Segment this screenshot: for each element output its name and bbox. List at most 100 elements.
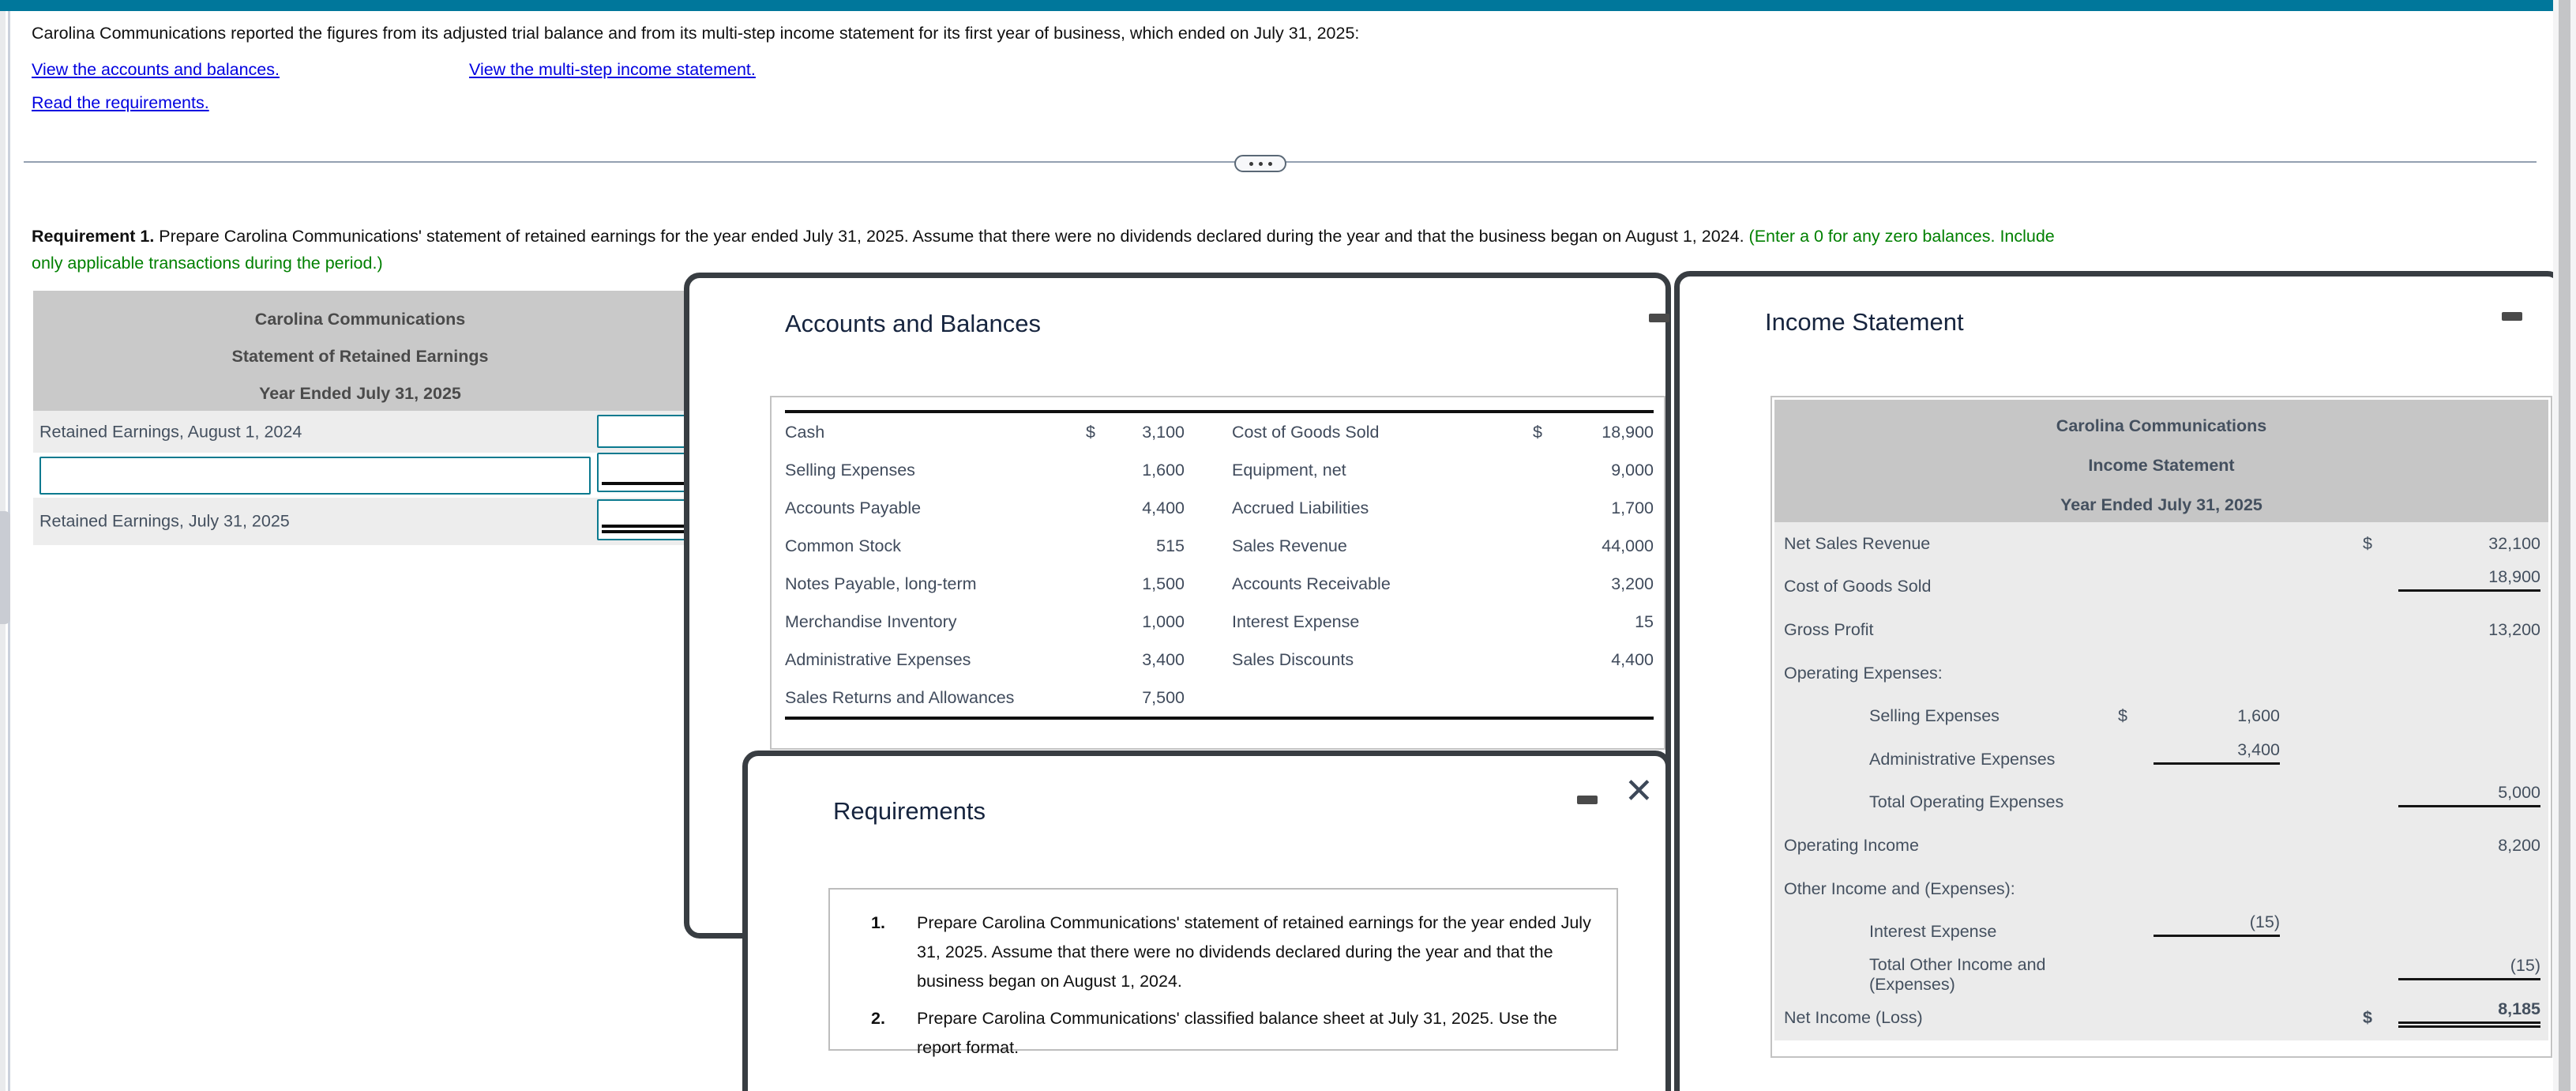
line-item-label: Selling Expenses <box>1869 706 2000 726</box>
vertical-scrollbar-track[interactable] <box>2553 0 2576 1091</box>
currency-symbol: $ <box>1533 422 1542 442</box>
table-row: Administrative Expenses 3,400 <box>1774 738 2548 781</box>
line-item-label: Gross Profit <box>1784 619 1874 639</box>
table-row: Retained Earnings, August 1, 2024 <box>33 411 687 453</box>
account-name: Administrative Expenses <box>785 649 971 669</box>
requirements-dialog-title: Requirements <box>833 797 986 825</box>
table-row: Sales Returns and Allowances 7,500 <box>785 679 1654 717</box>
table-row: Selling Expenses 1,600 Equipment, net 9,… <box>785 451 1654 489</box>
minimize-icon[interactable] <box>2502 312 2522 321</box>
vertical-scrollbar-thumb[interactable] <box>2559 0 2570 1091</box>
account-name: Accrued Liabilities <box>1232 498 1369 517</box>
minimize-icon[interactable] <box>1577 796 1598 804</box>
currency-symbol: $ <box>2363 1008 2372 1028</box>
account-amount: 44,000 <box>1602 536 1654 555</box>
minimize-icon[interactable] <box>1649 314 1669 322</box>
currency-symbol: $ <box>2363 533 2372 553</box>
account-name: Sales Returns and Allowances <box>785 687 1015 707</box>
item-text: Prepare Carolina Communications' stateme… <box>917 913 1591 991</box>
account-amount: 4,400 <box>1142 498 1185 517</box>
re-description-input[interactable] <box>39 457 591 495</box>
account-name: Cash <box>785 422 825 442</box>
income-statement-panel: Carolina Communications Income Statement… <box>1771 396 2552 1058</box>
requirements-dialog: Requirements ✕ 1. Prepare Carolina Commu… <box>742 751 1671 1091</box>
table-row: Operating Income 8,200 <box>1774 824 2548 867</box>
accounts-balances-dialog-title: Accounts and Balances <box>785 310 1041 337</box>
income-statement-dialog: Income Statement Carolina Communications… <box>1674 271 2563 1091</box>
account-name: Accounts Payable <box>785 498 922 517</box>
line-item-label: Interest Expense <box>1869 922 1997 942</box>
line-item-label: Operating Expenses: <box>1784 663 1943 683</box>
currency-symbol: $ <box>2118 706 2127 726</box>
table-row: Interest Expense (15) <box>1774 910 2548 954</box>
retained-earnings-table-header: Carolina Communications Statement of Ret… <box>33 291 687 411</box>
ellipsis-icon <box>1267 161 1272 166</box>
account-amount: 1,600 <box>1142 460 1185 480</box>
table-row: Other Income and (Expenses): <box>1774 867 2548 911</box>
requirement-1-green-line2: only applicable transactions during the … <box>32 254 383 273</box>
table-row: Cost of Goods Sold 18,900 <box>1774 566 2548 609</box>
re-header-company: Carolina Communications <box>254 310 466 329</box>
line-item-amount: 5,000 <box>2398 783 2540 808</box>
requirements-list: 1. Prepare Carolina Communications' stat… <box>828 888 1618 1057</box>
account-amount: 3,200 <box>1611 574 1654 593</box>
ellipsis-expander-button[interactable] <box>1234 155 1286 172</box>
account-amount: 3,400 <box>1142 649 1185 669</box>
account-name: Common Stock <box>785 536 901 555</box>
table-bottom-rule <box>785 717 1654 720</box>
list-item: 1. Prepare Carolina Communications' stat… <box>871 909 1593 996</box>
table-row: Operating Expenses: <box>1774 652 2548 695</box>
requirement-1-green-line1: (Enter a 0 for any zero balances. Includ… <box>1748 227 2055 246</box>
list-item: 2. Prepare Carolina Communications' clas… <box>871 1004 1593 1063</box>
income-statement-body: Net Sales Revenue $ 32,100 Cost of Goods… <box>1774 522 2548 1040</box>
currency-symbol: $ <box>1086 422 1095 442</box>
account-amount: 4,400 <box>1611 649 1654 669</box>
line-item-label: Operating Income <box>1784 835 1919 855</box>
requirement-1-body: Prepare Carolina Communications' stateme… <box>154 227 1749 246</box>
table-row: Notes Payable, long-term 1,500 Accounts … <box>785 565 1654 603</box>
link-view-accounts[interactable]: View the accounts and balances. <box>32 60 280 80</box>
line-item-label: Total Other Income and (Expenses) <box>1869 955 2046 995</box>
line-item-amount: 3,400 <box>2154 740 2280 765</box>
table-row: Common Stock 515 Sales Revenue 44,000 <box>785 527 1654 565</box>
table-row: Retained Earnings, July 31, 2025 <box>33 498 687 545</box>
requirement-1-text: Requirement 1. Prepare Carolina Communic… <box>32 223 2480 277</box>
account-amount: 515 <box>1156 536 1185 555</box>
left-scrollbar-thumb[interactable] <box>0 511 10 624</box>
account-name: Cost of Goods Sold <box>1232 422 1380 442</box>
line-item-label: Administrative Expenses <box>1869 749 2056 769</box>
re-row1-label: Retained Earnings, August 1, 2024 <box>39 422 302 441</box>
account-name: Merchandise Inventory <box>785 611 957 631</box>
table-row: Cash $ 3,100 Cost of Goods Sold $ 18,900 <box>785 413 1654 451</box>
line-item-amount: 1,600 <box>2237 706 2280 726</box>
line-item-label: Cost of Goods Sold <box>1784 577 1932 596</box>
account-name: Notes Payable, long-term <box>785 574 977 593</box>
account-name: Selling Expenses <box>785 460 915 480</box>
account-name: Equipment, net <box>1232 460 1346 480</box>
close-icon[interactable]: ✕ <box>1624 774 1654 809</box>
accounts-balances-table: Cash $ 3,100 Cost of Goods Sold $ 18,900… <box>785 410 1654 720</box>
account-amount: 1,000 <box>1142 611 1185 631</box>
re-header-period: Year Ended July 31, 2025 <box>259 384 461 403</box>
line-item-amount: 8,200 <box>2498 835 2540 855</box>
line-item-label: Other Income and (Expenses): <box>1784 878 2015 898</box>
line-item-amount: (15) <box>2398 956 2540 980</box>
account-name: Sales Discounts <box>1232 649 1354 669</box>
link-view-income-statement[interactable]: View the multi-step income statement. <box>469 60 756 80</box>
page: Carolina Communications reported the fig… <box>0 0 2576 1091</box>
item-number: 2. <box>871 1009 885 1028</box>
account-name: Interest Expense <box>1232 611 1360 631</box>
income-statement-header: Carolina Communications Income Statement… <box>1774 400 2548 522</box>
intro-paragraph: Carolina Communications reported the fig… <box>32 24 1360 43</box>
item-number: 1. <box>871 913 885 932</box>
ellipsis-icon <box>1249 161 1253 166</box>
table-row: Net Sales Revenue $ 32,100 <box>1774 522 2548 566</box>
table-row: Net Income (Loss) $ 8,185 <box>1774 997 2548 1040</box>
table-row: Total Operating Expenses 5,000 <box>1774 781 2548 825</box>
account-name: Accounts Receivable <box>1232 574 1391 593</box>
account-amount: 3,100 <box>1142 422 1185 442</box>
account-amount: 1,700 <box>1611 498 1654 517</box>
is-header-company: Carolina Communications <box>2056 416 2267 435</box>
is-header-period: Year Ended July 31, 2025 <box>2060 495 2262 514</box>
link-read-requirements[interactable]: Read the requirements. <box>32 93 209 113</box>
